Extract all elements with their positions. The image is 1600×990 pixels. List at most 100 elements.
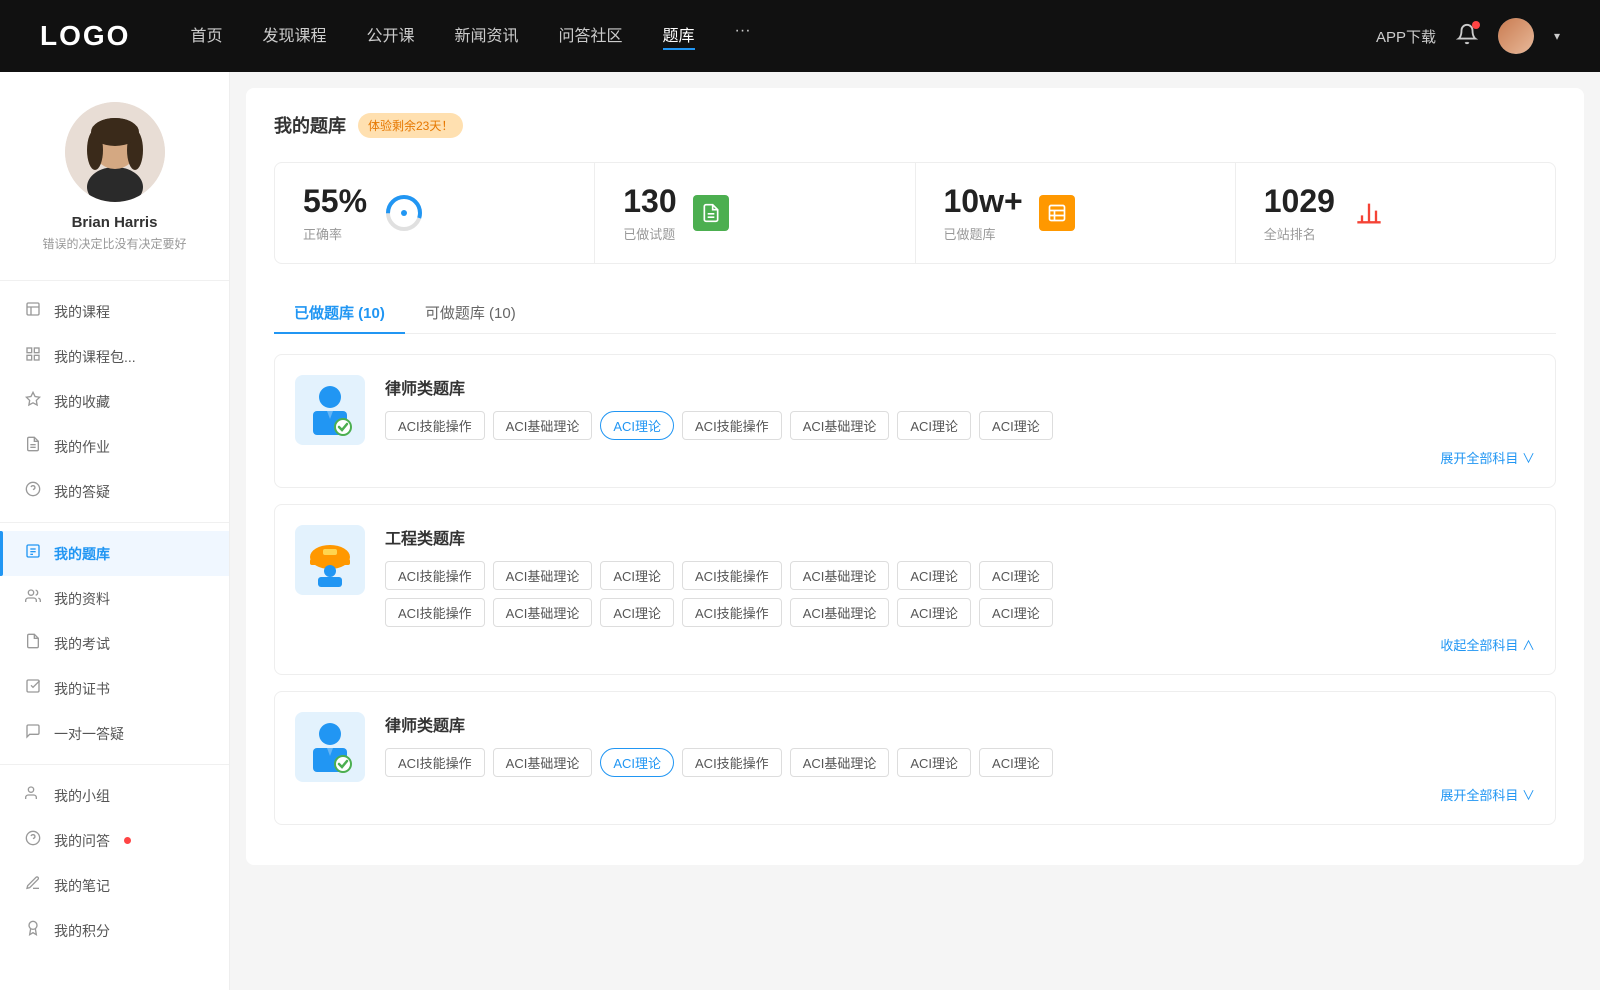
eng-tag-7[interactable]: ACI技能操作	[385, 598, 485, 627]
engineer-icon	[295, 525, 365, 595]
sidebar-profile: Brian Harris 错误的决定比没有决定要好	[0, 72, 229, 272]
sidebar-item-profile[interactable]: 我的资料	[0, 576, 229, 621]
law2-tag-3[interactable]: ACI技能操作	[682, 748, 782, 777]
green-doc-icon	[693, 195, 729, 231]
nav-link-more[interactable]: ···	[735, 22, 751, 50]
nav-link-news[interactable]: 新闻资讯	[455, 22, 519, 50]
nav-link-home[interactable]: 首页	[190, 22, 222, 50]
stat-accuracy: 55% 正确率	[275, 163, 595, 263]
law2-tag-0[interactable]: ACI技能操作	[385, 748, 485, 777]
tag-6[interactable]: ACI理论	[979, 411, 1053, 440]
sidebar-item-note[interactable]: 我的笔记	[0, 863, 229, 908]
sidebar-item-homework[interactable]: 我的作业	[0, 424, 229, 469]
eng-tag-5[interactable]: ACI理论	[897, 561, 971, 590]
profile-avatar	[65, 102, 165, 202]
tag-0[interactable]: ACI技能操作	[385, 411, 485, 440]
sidebar-label-qbank: 我的题库	[54, 544, 110, 564]
sidebar-wrapper-homework: 我的作业	[0, 424, 229, 469]
stats-row: 55% 正确率 130 已做试题	[274, 162, 1556, 264]
orange-doc-svg	[1047, 203, 1067, 223]
expand-lawyer-2[interactable]: 展开全部科目 ∨	[385, 785, 1535, 804]
sidebar-item-exam[interactable]: 我的考试	[0, 621, 229, 666]
note-icon	[24, 875, 42, 896]
orange-doc-icon	[1039, 195, 1075, 231]
sidebar-wrapper-tutor: 一对一答疑	[0, 711, 229, 756]
sidebar-item-cert[interactable]: 我的证书	[0, 666, 229, 711]
collapse-engineer[interactable]: 收起全部科目 ∧	[385, 635, 1535, 654]
eng-tag-0[interactable]: ACI技能操作	[385, 561, 485, 590]
expand-lawyer-1[interactable]: 展开全部科目 ∨	[385, 448, 1535, 467]
nav-chevron-icon[interactable]: ▾	[1554, 29, 1560, 43]
sidebar-item-tutor[interactable]: 一对一答疑	[0, 711, 229, 756]
tab-available[interactable]: 可做题库 (10)	[405, 292, 536, 333]
nav-link-discover[interactable]: 发现课程	[262, 22, 326, 50]
eng-tag-12[interactable]: ACI理论	[897, 598, 971, 627]
nav-download[interactable]: APP下载	[1376, 26, 1436, 47]
tag-1[interactable]: ACI基础理论	[493, 411, 593, 440]
navbar: LOGO 首页 发现课程 公开课 新闻资讯 问答社区 题库 ··· APP下载 …	[0, 0, 1600, 72]
eng-tag-1[interactable]: ACI基础理论	[493, 561, 593, 590]
star-icon	[24, 391, 42, 412]
eng-tag-13[interactable]: ACI理论	[979, 598, 1053, 627]
eng-tag-9[interactable]: ACI理论	[600, 598, 674, 627]
sidebar-wrapper-points: 我的积分	[0, 908, 229, 953]
sidebar-item-qa[interactable]: 我的答疑	[0, 469, 229, 514]
chart-svg	[1355, 199, 1383, 227]
nav-bell-button[interactable]	[1456, 23, 1478, 50]
nav-link-qbank[interactable]: 题库	[663, 22, 695, 50]
sidebar-item-myqa[interactable]: 我的问答	[0, 818, 229, 863]
sidebar-wrapper-profile: 我的资料	[0, 576, 229, 621]
sidebar-item-course[interactable]: 我的课程	[0, 289, 229, 334]
law2-tag-5[interactable]: ACI理论	[897, 748, 971, 777]
eng-tag-10[interactable]: ACI技能操作	[682, 598, 782, 627]
eng-tag-2[interactable]: ACI理论	[600, 561, 674, 590]
eng-tag-11[interactable]: ACI基础理论	[790, 598, 890, 627]
tab-done[interactable]: 已做题库 (10)	[274, 292, 405, 333]
exam-icon	[24, 633, 42, 654]
law2-tag-1[interactable]: ACI基础理论	[493, 748, 593, 777]
sidebar-label-profile: 我的资料	[54, 589, 110, 609]
page-header: 我的题库 体验剩余23天！	[274, 112, 1556, 138]
law2-tag-4[interactable]: ACI基础理论	[790, 748, 890, 777]
nav-logo[interactable]: LOGO	[40, 20, 130, 52]
sidebar-label-course: 我的课程	[54, 302, 110, 322]
sidebar-item-points[interactable]: 我的积分	[0, 908, 229, 953]
sidebar-wrapper-qbank: 我的题库	[0, 531, 229, 576]
page-title: 我的题库	[274, 112, 346, 138]
sidebar-item-favorite[interactable]: 我的收藏	[0, 379, 229, 424]
homework-icon	[24, 436, 42, 457]
eng-tag-3[interactable]: ACI技能操作	[682, 561, 782, 590]
profile-motto: 错误的决定比没有决定要好	[42, 235, 186, 252]
done-qb-label: 已做题库	[944, 224, 1023, 243]
tag-4[interactable]: ACI基础理论	[790, 411, 890, 440]
sidebar-item-group[interactable]: 我的小组	[0, 773, 229, 818]
tag-5[interactable]: ACI理论	[897, 411, 971, 440]
sidebar-item-qbank[interactable]: 我的题库	[0, 531, 229, 576]
myqa-icon	[24, 830, 42, 851]
eng-tag-6[interactable]: ACI理论	[979, 561, 1053, 590]
sidebar-item-package[interactable]: 我的课程包...	[0, 334, 229, 379]
sidebar-label-note: 我的笔记	[54, 876, 110, 896]
tag-2[interactable]: ACI理论	[600, 411, 674, 440]
trial-badge: 体验剩余23天！	[358, 113, 463, 138]
rank-value: 1029	[1264, 183, 1335, 220]
eng-tag-4[interactable]: ACI基础理论	[790, 561, 890, 590]
tag-3[interactable]: ACI技能操作	[682, 411, 782, 440]
lawyer-svg-2	[305, 720, 355, 775]
nav-link-open[interactable]: 公开课	[366, 22, 414, 50]
law2-tag-2[interactable]: ACI理论	[600, 748, 674, 777]
nav-avatar[interactable]	[1498, 18, 1534, 54]
sidebar-divider-3	[0, 764, 229, 765]
sidebar-divider-1	[0, 280, 229, 281]
sidebar-label-points: 我的积分	[54, 921, 110, 941]
nav-link-qa[interactable]: 问答社区	[559, 22, 623, 50]
cert-icon	[24, 678, 42, 699]
qbank-icon	[24, 543, 42, 564]
notification-dot	[1472, 21, 1480, 29]
stat-number-accuracy: 55% 正确率	[303, 183, 367, 243]
eng-tag-8[interactable]: ACI基础理论	[493, 598, 593, 627]
sidebar-label-qa: 我的答疑	[54, 482, 110, 502]
law2-tag-6[interactable]: ACI理论	[979, 748, 1053, 777]
avatar-svg	[65, 102, 165, 202]
doc-svg	[701, 203, 721, 223]
